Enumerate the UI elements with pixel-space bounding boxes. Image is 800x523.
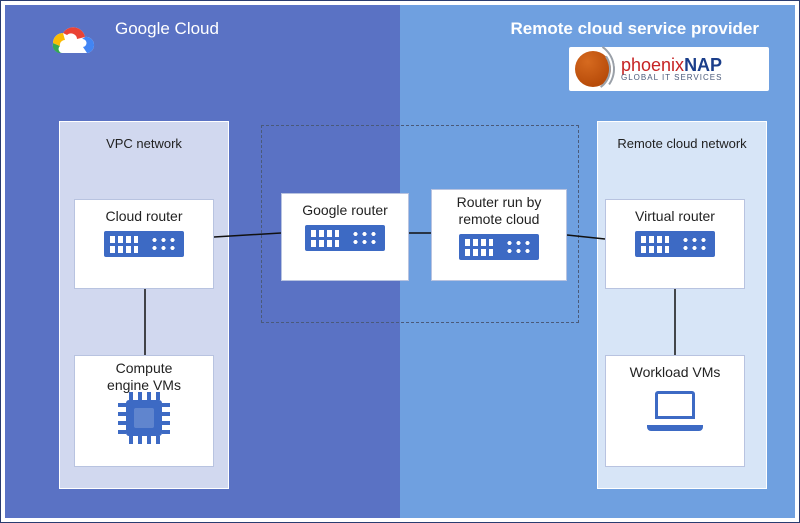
vpc-network-label: VPC network xyxy=(60,136,228,151)
phoenixnap-text: phoenixNAP GLOBAL IT SERVICES xyxy=(621,56,722,82)
right-region-title: Remote cloud service provider xyxy=(511,19,759,39)
compute-label: Computeengine VMs xyxy=(79,360,209,394)
google-cloud-logo-icon xyxy=(45,17,97,55)
brand-tagline: GLOBAL IT SERVICES xyxy=(621,74,722,82)
router-icon xyxy=(635,231,715,257)
diagram-canvas: Google Cloud Remote cloud service provid… xyxy=(0,0,800,523)
globe-icon xyxy=(575,51,611,87)
remote-router-label: Router run byremote cloud xyxy=(436,194,562,228)
laptop-icon xyxy=(647,391,703,431)
phoenixnap-logo: phoenixNAP GLOBAL IT SERVICES xyxy=(569,47,769,91)
router-icon xyxy=(459,234,539,260)
workload-vms-label: Workload VMs xyxy=(610,364,740,381)
google-router-label: Google router xyxy=(286,202,404,219)
virtual-router-label: Virtual router xyxy=(610,208,740,225)
google-router-node: Google router xyxy=(281,193,409,281)
remote-network-label: Remote cloud network xyxy=(598,136,766,151)
cpu-chip-icon xyxy=(126,400,162,436)
virtual-router-node: Virtual router xyxy=(605,199,745,289)
brand-nap: NAP xyxy=(684,55,722,75)
brand-phoenix: phoenix xyxy=(621,55,684,75)
remote-cloud-router-node: Router run byremote cloud xyxy=(431,189,567,281)
router-icon xyxy=(104,231,184,257)
router-icon xyxy=(305,225,385,251)
left-region-title: Google Cloud xyxy=(115,19,219,39)
cloud-router-node: Cloud router xyxy=(74,199,214,289)
workload-vms-node: Workload VMs xyxy=(605,355,745,467)
cloud-router-label: Cloud router xyxy=(79,208,209,225)
compute-engine-vms-node: Computeengine VMs xyxy=(74,355,214,467)
